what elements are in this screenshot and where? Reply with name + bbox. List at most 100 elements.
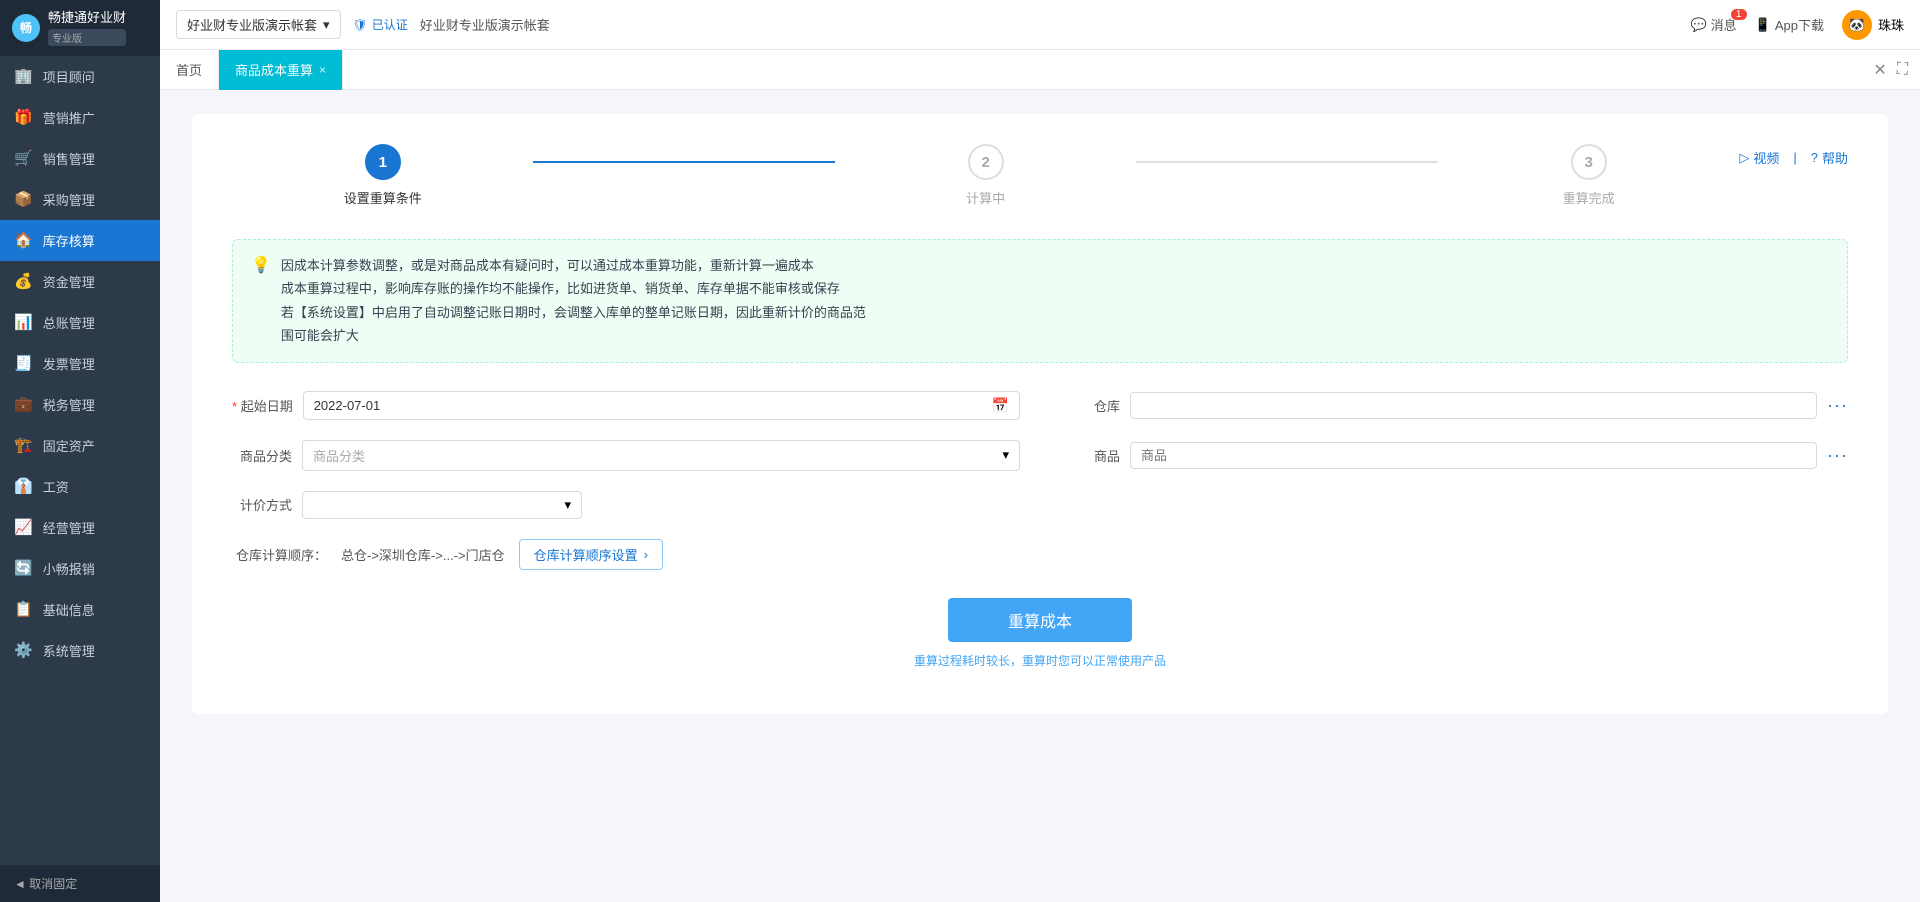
sidebar-item-project[interactable]: 🏢 项目顾问 xyxy=(0,56,160,97)
sidebar-item-assets[interactable]: 🏗️ 固定资产 xyxy=(0,425,160,466)
tab-cost-recalc[interactable]: 商品成本重算 × xyxy=(219,50,343,90)
sidebar-label-ops: 经营管理 xyxy=(43,518,95,537)
step-2-circle: 2 xyxy=(968,144,1004,180)
app-download-label: App下载 xyxy=(1775,15,1824,34)
app-download-button[interactable]: 📱 App下载 xyxy=(1755,15,1824,34)
sidebar-item-tax[interactable]: 💼 税务管理 xyxy=(0,384,160,425)
salary-icon: 👔 xyxy=(14,477,33,495)
sidebar-label-marketing: 营销推广 xyxy=(43,108,95,127)
goods-more-icon[interactable]: ··· xyxy=(1827,445,1848,466)
step-2-label: 计算中 xyxy=(966,188,1005,207)
messages-button[interactable]: 💬 消息 1 xyxy=(1690,15,1736,34)
tab-cost-recalc-label: 商品成本重算 xyxy=(235,60,313,79)
start-date-field[interactable] xyxy=(314,398,986,413)
sidebar: 畅 畅捷通好业财 专业版 🏢 项目顾问 🎁 营销推广 🛒 销售管理 📦 采购管理… xyxy=(0,0,160,902)
user-profile[interactable]: 🐼 珠珠 xyxy=(1842,10,1904,40)
sidebar-item-basic[interactable]: 📋 基础信息 xyxy=(0,589,160,630)
avatar: 🐼 xyxy=(1842,10,1872,40)
sidebar-item-ops[interactable]: 📈 经营管理 xyxy=(0,507,160,548)
user-name: 珠珠 xyxy=(1878,15,1904,34)
notice-line-3: 若【系统设置】中启用了自动调整记账日期时，会调整入库单的整单记账日期，因此重新计… xyxy=(281,301,866,324)
basic-icon: 📋 xyxy=(14,600,33,618)
step-3-num: 3 xyxy=(1584,154,1592,171)
marketing-icon: 🎁 xyxy=(14,108,33,126)
tab-home-label: 首页 xyxy=(176,60,202,79)
category-label: 商品分类 xyxy=(232,446,292,465)
video-help-button[interactable]: ▷ 视频 xyxy=(1739,148,1779,167)
expand-icon[interactable]: ⛶ xyxy=(1897,61,1908,79)
sidebar-label-basic: 基础信息 xyxy=(43,600,95,619)
step-line-1 xyxy=(533,161,834,163)
warehouse-label: 仓库 xyxy=(1060,396,1120,415)
sidebar-item-accounting[interactable]: 📊 总账管理 xyxy=(0,302,160,343)
warehouse-row-field: 仓库 ··· xyxy=(1060,391,1848,420)
notice-line-2: 成本重算过程中，影响库存账的操作均不能操作，比如进货单、销货单、库存单据不能审核… xyxy=(281,277,866,300)
recalc-button[interactable]: 重算成本 xyxy=(948,598,1132,642)
notice-line-1: 因成本计算参数调整，或是对商品成本有疑问时，可以通过成本重算功能，重新计算一遍成… xyxy=(281,254,866,277)
notice-box: 💡 因成本计算参数调整，或是对商品成本有疑问时，可以通过成本重算功能，重新计算一… xyxy=(232,239,1848,363)
step-3-label: 重算完成 xyxy=(1563,188,1615,207)
start-date-input[interactable]: 📅 xyxy=(303,391,1020,420)
company-select[interactable]: 好业财专业版演示帐套 ▾ xyxy=(176,10,341,39)
goods-label: 商品 xyxy=(1060,446,1120,465)
pricing-row: 计价方式 ▾ xyxy=(232,491,1848,519)
system-icon: ⚙️ xyxy=(14,641,33,659)
sidebar-label-system: 系统管理 xyxy=(43,641,95,660)
close-window-icon[interactable]: ✕ xyxy=(1873,60,1886,80)
sidebar-app-title: 畅捷通好业财 xyxy=(48,10,126,27)
step-2-num: 2 xyxy=(982,154,990,171)
category-chevron-icon: ▾ xyxy=(1002,447,1009,463)
pin-toggle-label: ◄ 取消固定 xyxy=(14,875,77,892)
step-2: 2 计算中 xyxy=(835,144,1136,207)
warehouse-order-row: 仓库计算顺序： 总仓->深圳仓库->...->门店仓 仓库计算顺序设置 › xyxy=(232,539,1848,570)
goods-input[interactable] xyxy=(1130,442,1817,469)
step-1-circle: 1 xyxy=(365,144,401,180)
warehouse-order-settings-button[interactable]: 仓库计算顺序设置 › xyxy=(519,539,663,570)
pricing-select[interactable]: ▾ xyxy=(302,491,582,519)
sidebar-item-marketing[interactable]: 🎁 营销推广 xyxy=(0,97,160,138)
content-area: 1 设置重算条件 2 计算中 3 重算完成 xyxy=(160,90,1920,902)
calendar-icon[interactable]: 📅 xyxy=(992,397,1009,414)
sidebar-nav: 🏢 项目顾问 🎁 营销推广 🛒 销售管理 📦 采购管理 🏠 库存核算 💰 资金管… xyxy=(0,56,160,865)
start-date-label: * 起始日期 xyxy=(232,396,293,415)
step-3: 3 重算完成 xyxy=(1438,144,1739,207)
company-select-text: 好业财专业版演示帐套 xyxy=(187,15,317,34)
notice-text: 因成本计算参数调整，或是对商品成本有疑问时，可以通过成本重算功能，重新计算一遍成… xyxy=(281,254,866,348)
sidebar-item-expense[interactable]: 🔄 小畅报销 xyxy=(0,548,160,589)
warehouse-field[interactable] xyxy=(1141,398,1806,413)
invoice-icon: 🧾 xyxy=(14,354,33,372)
avatar-placeholder: 🐼 xyxy=(1849,17,1865,33)
sidebar-item-sales[interactable]: 🛒 销售管理 xyxy=(0,138,160,179)
sidebar-item-system[interactable]: ⚙️ 系统管理 xyxy=(0,630,160,671)
sidebar-label-accounting: 总账管理 xyxy=(43,313,95,332)
warehouse-settings-label: 仓库计算顺序设置 xyxy=(534,545,638,564)
tab-close-icon[interactable]: × xyxy=(319,63,326,77)
warehouse-more-icon[interactable]: ··· xyxy=(1827,395,1848,416)
logo-text: 畅 xyxy=(20,19,32,36)
warehouse-order-value: 总仓->深圳仓库->...->门店仓 xyxy=(341,545,505,564)
step-1-num: 1 xyxy=(379,154,387,171)
purchase-icon: 📦 xyxy=(14,190,33,208)
pricing-label: 计价方式 xyxy=(232,495,292,514)
phone-icon: 📱 xyxy=(1755,17,1771,33)
stepper: 1 设置重算条件 2 计算中 3 重算完成 xyxy=(232,144,1848,207)
sidebar-header: 畅 畅捷通好业财 专业版 xyxy=(0,0,160,56)
tab-home[interactable]: 首页 xyxy=(160,50,219,90)
sidebar-item-purchase[interactable]: 📦 采购管理 xyxy=(0,179,160,220)
chevron-right-icon: › xyxy=(644,547,648,562)
sidebar-item-finance[interactable]: 💰 资金管理 xyxy=(0,261,160,302)
step-1-label: 设置重算条件 xyxy=(344,188,422,207)
category-select[interactable]: 商品分类 ▾ xyxy=(302,440,1020,471)
start-date-row: * 起始日期 📅 xyxy=(232,391,1020,420)
sidebar-label-inventory: 库存核算 xyxy=(43,231,95,250)
sidebar-pin-toggle[interactable]: ◄ 取消固定 xyxy=(0,865,160,902)
warehouse-input[interactable] xyxy=(1130,392,1817,419)
goods-field[interactable] xyxy=(1141,448,1806,463)
help-button[interactable]: ? 帮助 xyxy=(1811,148,1848,167)
notice-line-4: 围可能会扩大 xyxy=(281,324,866,347)
warehouse-order-prefix: 仓库计算顺序： xyxy=(236,545,327,564)
sidebar-item-inventory[interactable]: 🏠 库存核算 xyxy=(0,220,160,261)
sidebar-item-salary[interactable]: 👔 工资 xyxy=(0,466,160,507)
sidebar-item-invoice[interactable]: 🧾 发票管理 xyxy=(0,343,160,384)
finance-icon: 💰 xyxy=(14,272,33,290)
